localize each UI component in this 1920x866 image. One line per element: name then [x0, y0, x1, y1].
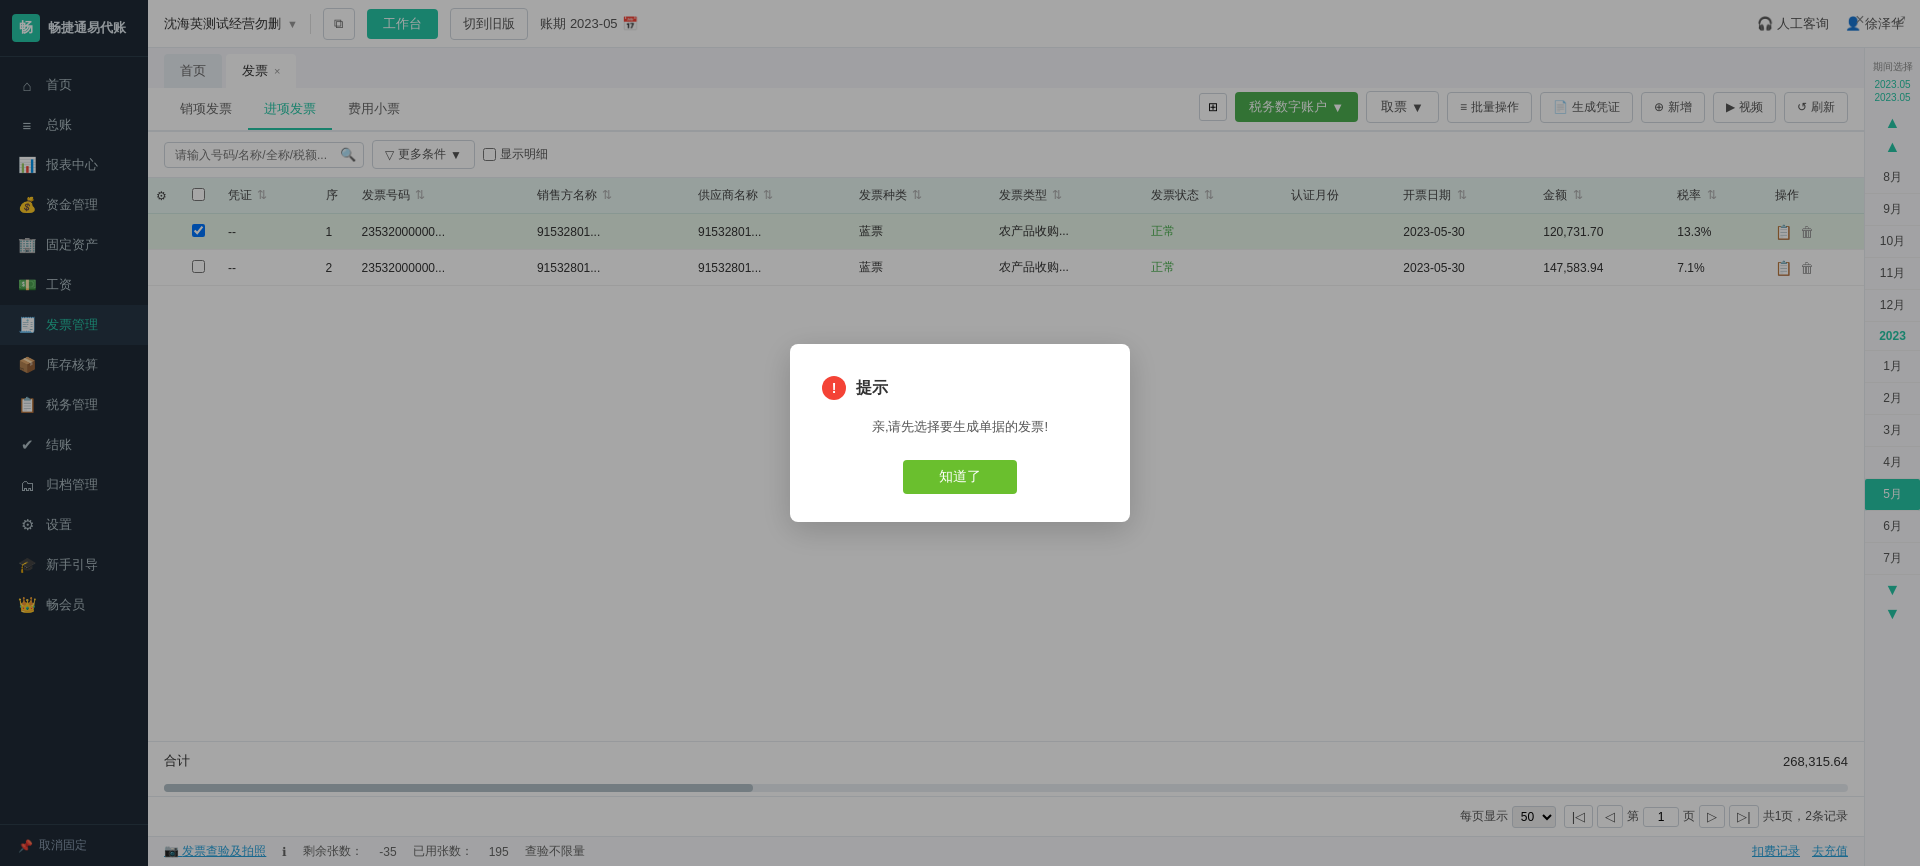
- modal-title-row: ! 提示: [822, 376, 1098, 400]
- modal-overlay[interactable]: ! 提示 亲,请先选择要生成单据的发票! 知道了: [0, 0, 1920, 866]
- modal-footer: 知道了: [822, 460, 1098, 494]
- modal-dialog: ! 提示 亲,请先选择要生成单据的发票! 知道了: [790, 344, 1130, 522]
- modal-body: 亲,请先选择要生成单据的发票!: [822, 418, 1098, 436]
- modal-warn-icon: !: [822, 376, 846, 400]
- modal-ok-button[interactable]: 知道了: [903, 460, 1017, 494]
- modal-title: 提示: [856, 378, 888, 399]
